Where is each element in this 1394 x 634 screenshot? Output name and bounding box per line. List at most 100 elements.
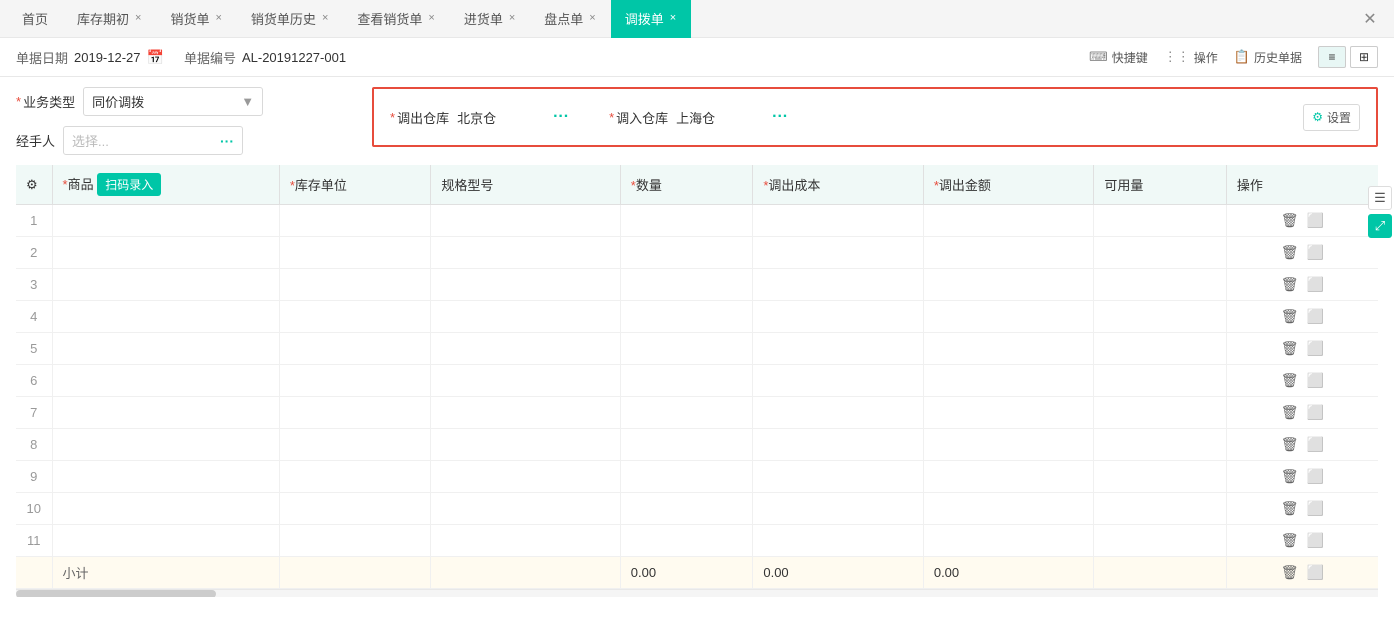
row-spec-5[interactable] xyxy=(431,333,620,365)
row-amount-11[interactable] xyxy=(923,525,1093,557)
scan-btn[interactable]: 扫码录入 xyxy=(97,173,161,196)
row-cost-5[interactable] xyxy=(753,333,923,365)
copy-icon-7[interactable]: ⬜ xyxy=(1304,402,1326,424)
row-available-1[interactable] xyxy=(1094,205,1227,237)
tab-transfer-order-close[interactable]: × xyxy=(670,13,676,24)
row-cost-3[interactable] xyxy=(753,269,923,301)
row-amount-9[interactable] xyxy=(923,461,1093,493)
row-spec-4[interactable] xyxy=(431,301,620,333)
copy-icon-4[interactable]: ⬜ xyxy=(1304,306,1326,328)
calendar-icon[interactable]: 📅 xyxy=(147,49,164,66)
delete-icon-7[interactable]: 🗑 xyxy=(1279,402,1301,424)
settings-button[interactable]: ⚙ 设置 xyxy=(1303,104,1360,131)
row-cost-2[interactable] xyxy=(753,237,923,269)
row-spec-1[interactable] xyxy=(431,205,620,237)
layout-list-btn[interactable]: ≡ xyxy=(1318,46,1346,68)
shortcuts-btn[interactable]: ⌨ 快捷键 xyxy=(1089,49,1148,66)
copy-icon-10[interactable]: ⬜ xyxy=(1304,498,1326,520)
copy-icon-2[interactable]: ⬜ xyxy=(1304,242,1326,264)
row-product-6[interactable] xyxy=(52,365,279,397)
row-unit-7[interactable] xyxy=(279,397,431,429)
row-amount-1[interactable] xyxy=(923,205,1093,237)
tab-inventory-init-close[interactable]: × xyxy=(135,13,141,24)
row-available-2[interactable] xyxy=(1094,237,1227,269)
copy-icon-6[interactable]: ⬜ xyxy=(1304,370,1326,392)
row-available-7[interactable] xyxy=(1094,397,1227,429)
copy-icon-5[interactable]: ⬜ xyxy=(1304,338,1326,360)
row-available-8[interactable] xyxy=(1094,429,1227,461)
row-product-11[interactable] xyxy=(52,525,279,557)
sidebar-expand-icon[interactable]: ⤢ xyxy=(1368,214,1392,238)
row-qty-3[interactable] xyxy=(620,269,753,301)
row-spec-9[interactable] xyxy=(431,461,620,493)
out-warehouse-more-btn[interactable]: ··· xyxy=(553,108,569,126)
history-btn[interactable]: 📋 历史单据 xyxy=(1234,49,1302,66)
delete-icon-8[interactable]: 🗑 xyxy=(1279,434,1301,456)
delete-icon-3[interactable]: 🗑 xyxy=(1279,274,1301,296)
row-spec-7[interactable] xyxy=(431,397,620,429)
in-warehouse-more-btn[interactable]: ··· xyxy=(772,108,788,126)
biz-type-select[interactable]: 同价调拨 ▼ xyxy=(83,87,263,116)
delete-icon-2[interactable]: 🗑 xyxy=(1279,242,1301,264)
operations-btn[interactable]: ⋮⋮ 操作 xyxy=(1164,49,1218,66)
copy-icon-9[interactable]: ⬜ xyxy=(1304,466,1326,488)
row-amount-3[interactable] xyxy=(923,269,1093,301)
tab-inventory-init[interactable]: 库存期初 × xyxy=(63,0,156,38)
tab-transfer-order[interactable]: 调拨单 × xyxy=(611,0,691,38)
row-amount-10[interactable] xyxy=(923,493,1093,525)
row-available-5[interactable] xyxy=(1094,333,1227,365)
row-cost-4[interactable] xyxy=(753,301,923,333)
row-cost-6[interactable] xyxy=(753,365,923,397)
delete-icon-4[interactable]: 🗑 xyxy=(1279,306,1301,328)
row-qty-5[interactable] xyxy=(620,333,753,365)
row-product-5[interactable] xyxy=(52,333,279,365)
delete-icon-10[interactable]: 🗑 xyxy=(1279,498,1301,520)
copy-icon-8[interactable]: ⬜ xyxy=(1304,434,1326,456)
row-unit-10[interactable] xyxy=(279,493,431,525)
copy-icon-3[interactable]: ⬜ xyxy=(1304,274,1326,296)
row-qty-9[interactable] xyxy=(620,461,753,493)
row-qty-10[interactable] xyxy=(620,493,753,525)
row-cost-10[interactable] xyxy=(753,493,923,525)
tab-inventory-count-close[interactable]: × xyxy=(589,13,595,24)
delete-icon-1[interactable]: 🗑 xyxy=(1279,210,1301,232)
row-unit-1[interactable] xyxy=(279,205,431,237)
row-cost-7[interactable] xyxy=(753,397,923,429)
row-unit-6[interactable] xyxy=(279,365,431,397)
row-unit-2[interactable] xyxy=(279,237,431,269)
row-spec-2[interactable] xyxy=(431,237,620,269)
row-product-7[interactable] xyxy=(52,397,279,429)
row-product-3[interactable] xyxy=(52,269,279,301)
row-unit-8[interactable] xyxy=(279,429,431,461)
subtotal-delete-icon[interactable]: 🗑 xyxy=(1279,562,1301,584)
th-gear[interactable]: ⚙ xyxy=(16,165,52,205)
row-qty-4[interactable] xyxy=(620,301,753,333)
sidebar-list-icon[interactable]: ☰ xyxy=(1368,186,1392,210)
row-available-9[interactable] xyxy=(1094,461,1227,493)
row-product-4[interactable] xyxy=(52,301,279,333)
row-amount-5[interactable] xyxy=(923,333,1093,365)
tab-view-sales[interactable]: 查看销货单 × xyxy=(343,0,449,38)
row-amount-8[interactable] xyxy=(923,429,1093,461)
row-spec-6[interactable] xyxy=(431,365,620,397)
row-qty-11[interactable] xyxy=(620,525,753,557)
row-cost-9[interactable] xyxy=(753,461,923,493)
scrollbar-thumb[interactable] xyxy=(16,590,216,597)
row-available-3[interactable] xyxy=(1094,269,1227,301)
horizontal-scrollbar[interactable] xyxy=(16,589,1378,597)
tab-sales-order[interactable]: 销货单 × xyxy=(156,0,236,38)
row-amount-2[interactable] xyxy=(923,237,1093,269)
row-unit-4[interactable] xyxy=(279,301,431,333)
row-product-10[interactable] xyxy=(52,493,279,525)
tab-view-sales-close[interactable]: × xyxy=(428,13,434,24)
row-available-6[interactable] xyxy=(1094,365,1227,397)
tab-purchase-order[interactable]: 进货单 × xyxy=(450,0,530,38)
tab-inventory-count[interactable]: 盘点单 × xyxy=(530,0,610,38)
row-spec-11[interactable] xyxy=(431,525,620,557)
row-spec-8[interactable] xyxy=(431,429,620,461)
row-product-1[interactable] xyxy=(52,205,279,237)
subtotal-copy-icon[interactable]: ⬜ xyxy=(1304,562,1326,584)
copy-icon-1[interactable]: ⬜ xyxy=(1304,210,1326,232)
tab-sales-history[interactable]: 销货单历史 × xyxy=(237,0,343,38)
row-amount-6[interactable] xyxy=(923,365,1093,397)
